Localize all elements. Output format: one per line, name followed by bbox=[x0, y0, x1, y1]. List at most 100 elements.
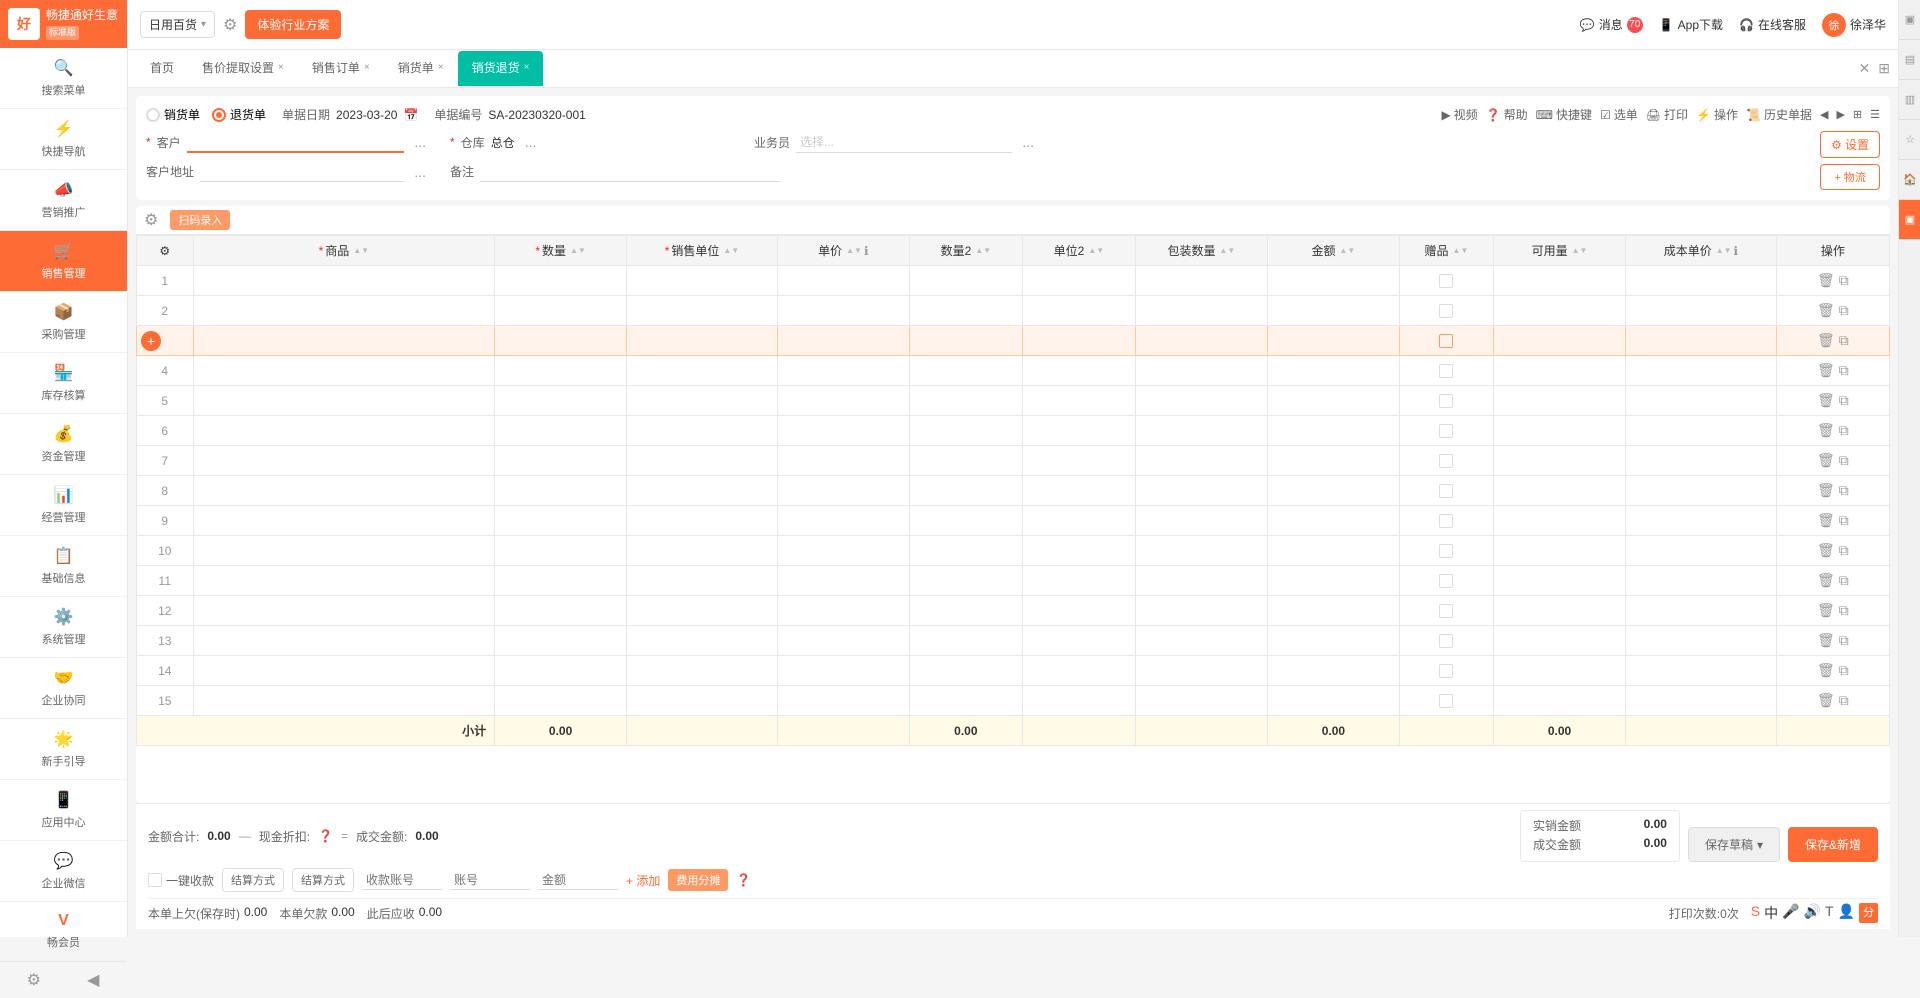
delete-row-5-btn[interactable]: 🗑 bbox=[1817, 392, 1835, 409]
delete-row-14-btn[interactable]: 🗑 bbox=[1817, 662, 1835, 679]
fee-split-btn[interactable]: 费用分摊 bbox=[668, 869, 728, 891]
app-download-btn[interactable]: 📱 App下载 bbox=[1659, 16, 1723, 33]
gift-checkbox-1[interactable] bbox=[1439, 274, 1453, 288]
row-1-unit2[interactable] bbox=[1022, 266, 1135, 296]
copy-row-14-btn[interactable]: ⧉ bbox=[1839, 662, 1849, 679]
delete-row-9-btn[interactable]: 🗑 bbox=[1817, 512, 1835, 529]
gift-checkbox-4[interactable] bbox=[1439, 364, 1453, 378]
row-3-qty[interactable] bbox=[495, 326, 627, 356]
logistics-btn[interactable]: + 物流 bbox=[1820, 164, 1880, 190]
sidebar-item-shortcut[interactable]: ⚡ 快捷导航 bbox=[0, 109, 127, 170]
right-bar-btn-3[interactable]: ▥ bbox=[1899, 80, 1920, 120]
tab-price-settings[interactable]: 售价提取设置 × bbox=[188, 51, 298, 86]
copy-row-7-btn[interactable]: ⧉ bbox=[1839, 452, 1849, 469]
copy-row-5-btn[interactable]: ⧉ bbox=[1839, 392, 1849, 409]
copy-row-3-btn[interactable]: ⧉ bbox=[1839, 332, 1849, 349]
right-bar-btn-2[interactable]: ▤ bbox=[1899, 40, 1920, 80]
delete-row-13-btn[interactable]: 🗑 bbox=[1817, 632, 1835, 649]
copy-row-4-btn[interactable]: ⧉ bbox=[1839, 362, 1849, 379]
row-3-available[interactable] bbox=[1494, 326, 1626, 356]
bank-no-input[interactable] bbox=[450, 871, 530, 890]
gift-checkbox-5[interactable] bbox=[1439, 394, 1453, 408]
cost-info-icon[interactable]: ℹ bbox=[1734, 244, 1739, 258]
date-value[interactable]: 2023-03-20 bbox=[336, 108, 397, 122]
next-btn[interactable]: ▶ bbox=[1836, 108, 1844, 121]
save-new-button[interactable]: 保存&新增 bbox=[1788, 827, 1878, 862]
share-icon[interactable]: 分 bbox=[1859, 903, 1878, 923]
sidebar-item-system[interactable]: ⚙️ 系统管理 bbox=[0, 597, 127, 658]
topbar-gear-icon[interactable]: ⚙ bbox=[223, 15, 237, 35]
right-bar-btn-6-orange[interactable]: ▣ bbox=[1899, 200, 1920, 240]
experience-button[interactable]: 体验行业方案 bbox=[245, 10, 341, 39]
row-3-pkg[interactable] bbox=[1135, 326, 1267, 356]
qty-sort-icon[interactable]: ▲▼ bbox=[570, 246, 586, 255]
row-3-gift[interactable] bbox=[1399, 326, 1493, 356]
print-btn[interactable]: 🖨 打印 bbox=[1646, 106, 1688, 123]
row-3-unit2[interactable] bbox=[1022, 326, 1135, 356]
row-4-goods[interactable] bbox=[193, 356, 495, 386]
copy-row-1-btn[interactable]: ⧉ bbox=[1839, 272, 1849, 289]
person-icon[interactable]: 👤 bbox=[1838, 903, 1855, 923]
delete-row-10-btn[interactable]: 🗑 bbox=[1817, 542, 1835, 559]
gift-checkbox-8[interactable] bbox=[1439, 484, 1453, 498]
copy-row-10-btn[interactable]: ⧉ bbox=[1839, 542, 1849, 559]
copy-row-15-btn[interactable]: ⧉ bbox=[1839, 692, 1849, 709]
settings-btn[interactable]: ⚙ 设置 bbox=[1820, 131, 1880, 158]
row-1-unit[interactable] bbox=[627, 266, 778, 296]
row-2-qty[interactable] bbox=[495, 296, 627, 326]
copy-row-2-btn[interactable]: ⧉ bbox=[1839, 302, 1849, 319]
message-btn[interactable]: 💬 消息 70 bbox=[1580, 16, 1643, 33]
copy-row-8-btn[interactable]: ⧉ bbox=[1839, 482, 1849, 499]
online-service-btn[interactable]: 🎧 在线客服 bbox=[1739, 16, 1806, 33]
sidebar-item-promotion[interactable]: 📣 营销推广 bbox=[0, 170, 127, 231]
delete-row-11-btn[interactable]: 🗑 bbox=[1817, 572, 1835, 589]
speak-icon[interactable]: 🔊 bbox=[1804, 903, 1821, 923]
row-2-pkg[interactable] bbox=[1135, 296, 1267, 326]
copy-row-12-btn[interactable]: ⧉ bbox=[1839, 602, 1849, 619]
operate-btn[interactable]: ⚡ 操作 bbox=[1696, 106, 1738, 123]
col-gear-icon[interactable]: ⚙ bbox=[159, 244, 170, 258]
list-view-btn[interactable]: ☰ bbox=[1870, 108, 1880, 121]
row-1-qty[interactable] bbox=[495, 266, 627, 296]
tab-sales-delivery[interactable]: 销货单 × bbox=[384, 51, 458, 86]
sidebar-item-member[interactable]: V 畅会员 bbox=[0, 902, 127, 961]
copy-row-6-btn[interactable]: ⧉ bbox=[1839, 422, 1849, 439]
row-2-amount[interactable] bbox=[1267, 296, 1399, 326]
right-bar-btn-5[interactable]: 🏠 bbox=[1899, 160, 1920, 200]
row-2-gift[interactable] bbox=[1399, 296, 1493, 326]
row-2-unit[interactable] bbox=[627, 296, 778, 326]
customer-picker-btn[interactable]: ... bbox=[414, 134, 426, 150]
bank-account-input[interactable] bbox=[362, 871, 442, 890]
gift-checkbox-12[interactable] bbox=[1439, 604, 1453, 618]
row-1-qty2[interactable] bbox=[909, 266, 1022, 296]
qty2-sort-icon[interactable]: ▲▼ bbox=[975, 246, 991, 255]
unit-sort-icon[interactable]: ▲▼ bbox=[723, 246, 739, 255]
prev-btn[interactable]: ◀ bbox=[1820, 108, 1828, 121]
gift-checkbox-14[interactable] bbox=[1439, 664, 1453, 678]
fee-info-icon[interactable]: ❓ bbox=[736, 873, 751, 887]
sidebar-item-inventory[interactable]: 🏪 库存核算 bbox=[0, 353, 127, 414]
amount-sort-icon[interactable]: ▲▼ bbox=[1339, 246, 1355, 255]
row-1-pkg[interactable] bbox=[1135, 266, 1267, 296]
gift-sort-icon[interactable]: ▲▼ bbox=[1453, 246, 1469, 255]
one-click-payment-cb[interactable] bbox=[148, 873, 162, 887]
industry-selector[interactable]: 日用百货 ▾ bbox=[140, 11, 215, 38]
delete-row-3-btn[interactable]: 🗑 bbox=[1817, 332, 1835, 349]
tab-sales-delivery-close[interactable]: × bbox=[438, 62, 444, 73]
table-settings-icon[interactable]: ⚙ bbox=[144, 210, 158, 230]
tab-sales-return-close[interactable]: × bbox=[524, 62, 530, 73]
row-3-price[interactable] bbox=[777, 326, 909, 356]
add-payment-btn[interactable]: + 添加 bbox=[626, 872, 660, 889]
grid-view-btn[interactable]: ⊞ bbox=[1853, 108, 1862, 121]
table-scroll-area[interactable]: ⚙ * 商品 ▲▼ * 数量 bbox=[136, 235, 1890, 803]
scan-input-button[interactable]: 扫码录入 bbox=[170, 210, 230, 230]
tab-sales-return[interactable]: 销货退货 × bbox=[458, 51, 544, 86]
delete-row-8-btn[interactable]: 🗑 bbox=[1817, 482, 1835, 499]
row-1-goods[interactable] bbox=[193, 266, 495, 296]
row-3-cost[interactable] bbox=[1626, 326, 1777, 356]
select-btn[interactable]: ☑ 选单 bbox=[1600, 106, 1638, 123]
salesperson-picker-btn[interactable]: ... bbox=[1022, 134, 1034, 150]
row-1-available[interactable] bbox=[1494, 266, 1626, 296]
row-2-price[interactable] bbox=[777, 296, 909, 326]
cost-sort-icon[interactable]: ▲▼ bbox=[1716, 246, 1732, 255]
